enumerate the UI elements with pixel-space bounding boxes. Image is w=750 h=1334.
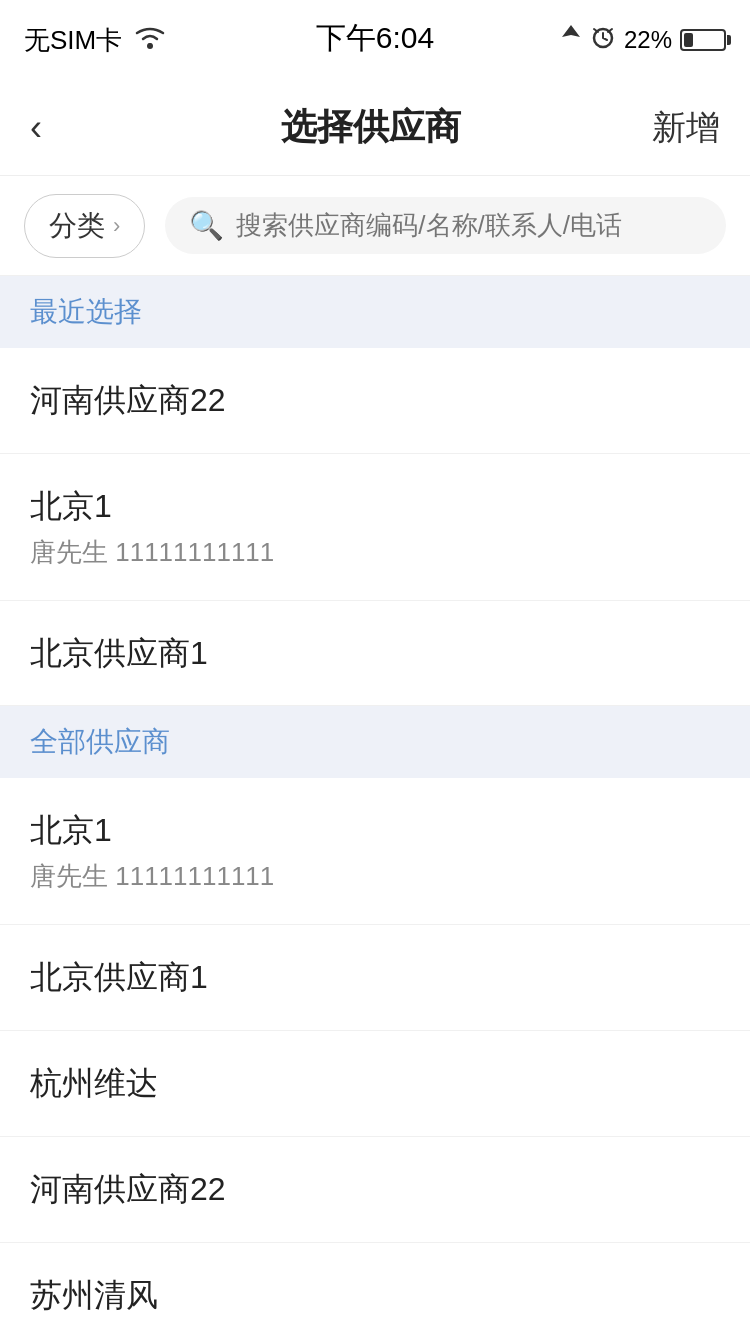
list-item[interactable]: 河南供应商22	[0, 1137, 750, 1243]
battery-percent: 22%	[624, 26, 672, 54]
list-item[interactable]: 苏州清风	[0, 1243, 750, 1334]
carrier-text: 无SIM卡	[24, 23, 122, 58]
list-item[interactable]: 北京供应商1	[0, 601, 750, 707]
all-section-header: 全部供应商	[0, 706, 750, 778]
recent-section-title: 最近选择	[30, 293, 142, 331]
recent-section-header: 最近选择	[0, 276, 750, 348]
item-name: 杭州维达	[30, 1061, 720, 1106]
status-bar: 无SIM卡 下午6:04 22%	[0, 0, 750, 80]
item-name: 北京供应商1	[30, 631, 720, 676]
status-left: 无SIM卡	[24, 23, 168, 58]
item-name: 北京1	[30, 808, 720, 853]
item-name: 苏州清风	[30, 1273, 720, 1318]
item-name: 河南供应商22	[30, 378, 720, 423]
item-sub: 唐先生 11111111111	[30, 535, 720, 570]
list-item[interactable]: 北京1 唐先生 11111111111	[0, 778, 750, 925]
recent-list: 河南供应商22 北京1 唐先生 11111111111 北京供应商1	[0, 348, 750, 706]
search-input[interactable]	[236, 210, 702, 241]
list-item[interactable]: 河南供应商22	[0, 348, 750, 454]
search-icon: 🔍	[189, 209, 224, 242]
search-wrap: 🔍	[165, 197, 726, 254]
item-name: 北京1	[30, 484, 720, 529]
location-icon	[560, 23, 582, 57]
nav-bar: ‹ 选择供应商 新增	[0, 80, 750, 176]
item-sub: 唐先生 11111111111	[30, 859, 720, 894]
item-name: 北京供应商1	[30, 955, 720, 1000]
item-name: 河南供应商22	[30, 1167, 720, 1212]
wifi-icon	[132, 23, 168, 58]
alarm-icon	[590, 23, 616, 57]
list-item[interactable]: 北京供应商1	[0, 925, 750, 1031]
chevron-right-icon: ›	[113, 213, 120, 239]
add-button[interactable]: 新增	[652, 105, 720, 151]
category-label: 分类	[49, 207, 105, 245]
page-title: 选择供应商	[281, 103, 461, 152]
svg-point-0	[147, 43, 153, 49]
filter-bar: 分类 › 🔍	[0, 176, 750, 276]
list-item[interactable]: 杭州维达	[0, 1031, 750, 1137]
status-time: 下午6:04	[316, 18, 434, 59]
list-item[interactable]: 北京1 唐先生 11111111111	[0, 454, 750, 601]
status-right: 22%	[560, 23, 726, 57]
all-section-title: 全部供应商	[30, 723, 170, 761]
back-button[interactable]: ‹	[30, 107, 90, 149]
battery-icon	[680, 29, 726, 51]
category-button[interactable]: 分类 ›	[24, 194, 145, 258]
all-list: 北京1 唐先生 11111111111 北京供应商1 杭州维达 河南供应商22 …	[0, 778, 750, 1334]
